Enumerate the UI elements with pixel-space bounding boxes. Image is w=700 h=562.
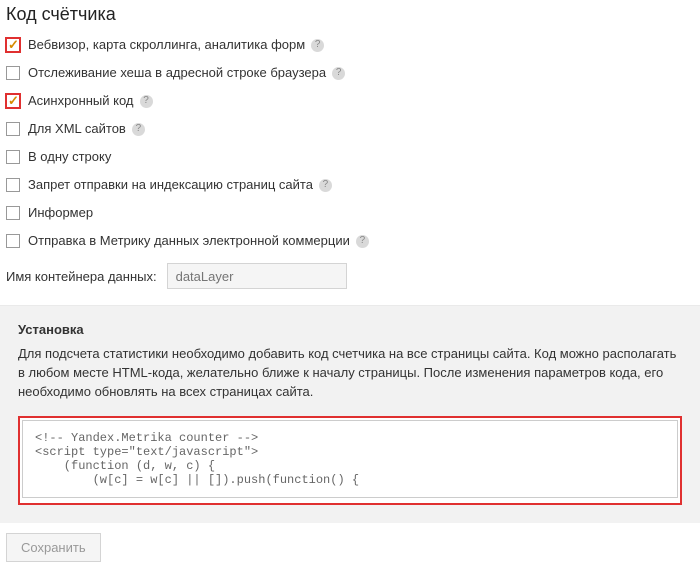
help-icon[interactable]: ? [132, 123, 145, 136]
option-checkbox[interactable] [6, 178, 20, 192]
container-name-input[interactable] [167, 263, 347, 289]
option-label: Асинхронный код [28, 93, 134, 109]
code-highlight-frame [18, 416, 682, 505]
option-row: Вебвизор, карта скроллинга, аналитика фо… [6, 33, 700, 61]
container-row: Имя контейнера данных: [6, 257, 700, 297]
option-row: Для XML сайтов? [6, 117, 700, 145]
counter-code-textarea[interactable] [22, 420, 678, 498]
option-label: Запрет отправки на индексацию страниц са… [28, 177, 313, 193]
install-text: Для подсчета статистики необходимо добав… [18, 345, 682, 402]
help-icon[interactable]: ? [332, 67, 345, 80]
install-block: Установка Для подсчета статистики необхо… [0, 305, 700, 523]
option-checkbox[interactable] [6, 38, 20, 52]
option-label: Вебвизор, карта скроллинга, аналитика фо… [28, 37, 305, 53]
help-icon[interactable]: ? [140, 95, 153, 108]
options-list: Вебвизор, карта скроллинга, аналитика фо… [0, 33, 700, 305]
option-checkbox[interactable] [6, 94, 20, 108]
option-row: Запрет отправки на индексацию страниц са… [6, 173, 700, 201]
option-row: Асинхронный код? [6, 89, 700, 117]
save-row: Сохранить [0, 523, 700, 562]
option-checkbox[interactable] [6, 66, 20, 80]
option-label: В одну строку [28, 149, 111, 165]
save-button[interactable]: Сохранить [6, 533, 101, 562]
option-row: Отслеживание хеша в адресной строке брау… [6, 61, 700, 89]
option-label: Для XML сайтов [28, 121, 126, 137]
option-label: Информер [28, 205, 93, 221]
option-checkbox[interactable] [6, 206, 20, 220]
option-label: Отправка в Метрику данных электронной ко… [28, 233, 350, 249]
option-checkbox[interactable] [6, 150, 20, 164]
option-label: Отслеживание хеша в адресной строке брау… [28, 65, 326, 81]
container-label: Имя контейнера данных: [6, 269, 157, 284]
option-row: Информер [6, 201, 700, 229]
help-icon[interactable]: ? [311, 39, 324, 52]
install-title: Установка [18, 322, 682, 337]
section-title: Код счётчика [0, 0, 700, 33]
option-row: В одну строку [6, 145, 700, 173]
help-icon[interactable]: ? [319, 179, 332, 192]
option-checkbox[interactable] [6, 234, 20, 248]
help-icon[interactable]: ? [356, 235, 369, 248]
option-checkbox[interactable] [6, 122, 20, 136]
option-row: Отправка в Метрику данных электронной ко… [6, 229, 700, 257]
